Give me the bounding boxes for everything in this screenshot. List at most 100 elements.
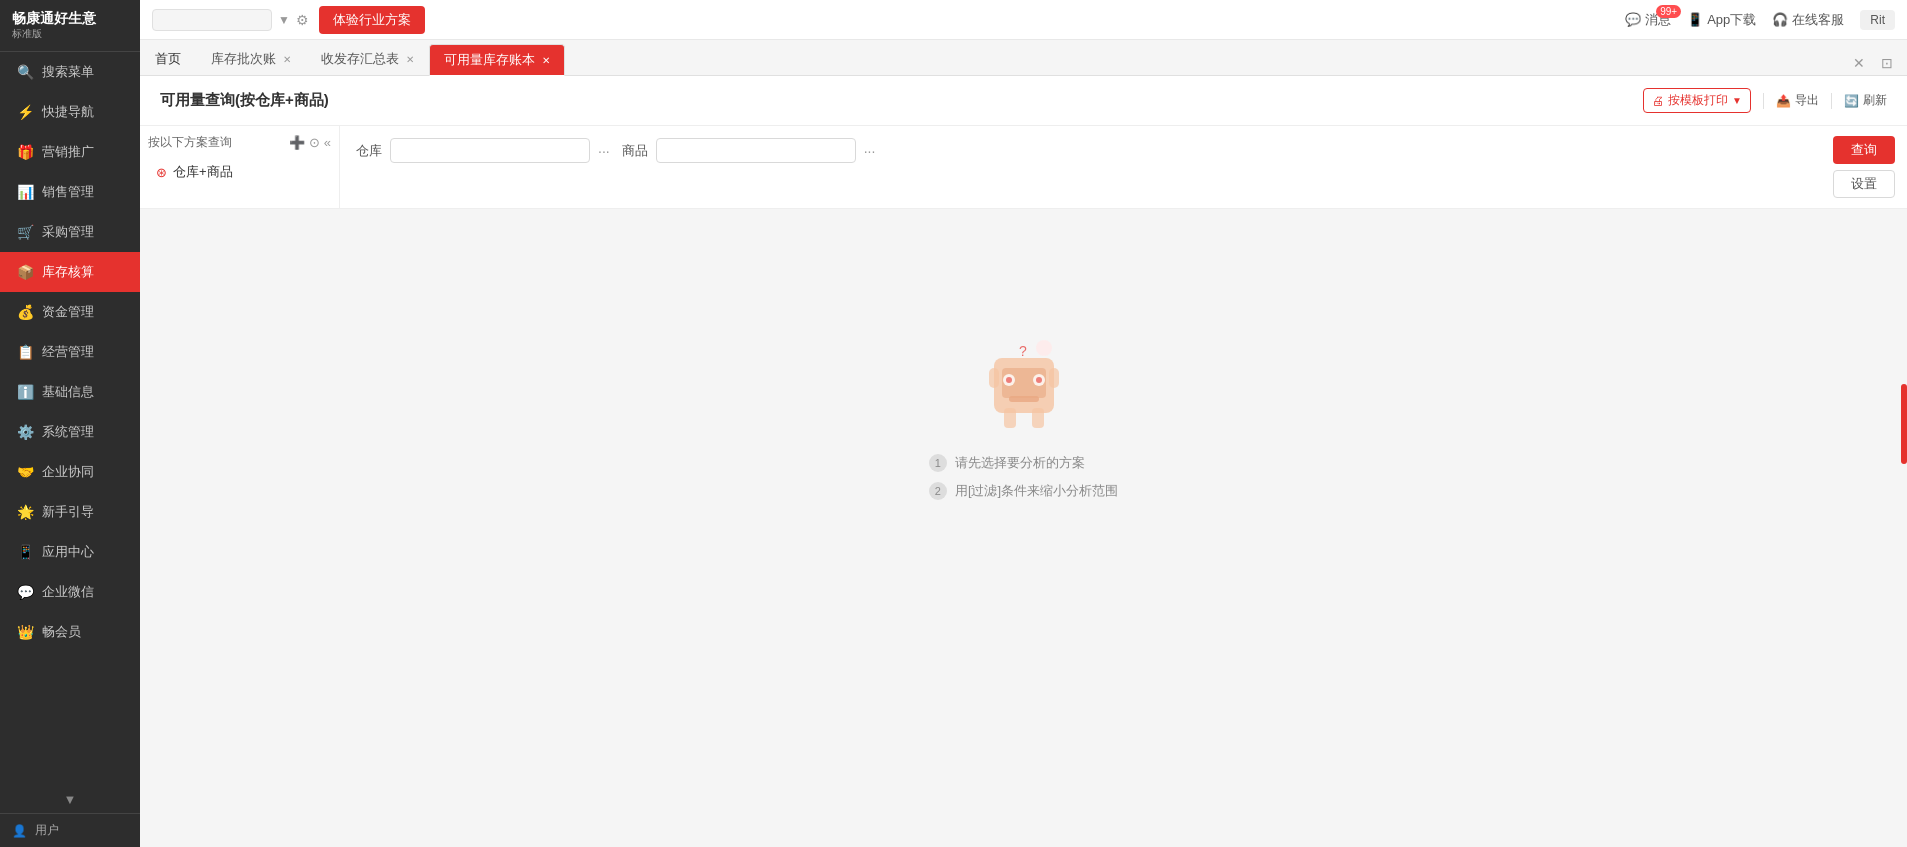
sidebar-item-label: 库存核算: [42, 263, 94, 281]
sidebar-item-member[interactable]: 👑 畅会员: [0, 612, 140, 652]
add-scheme-icon[interactable]: ➕: [289, 135, 305, 150]
enterprise-icon: 🤝: [16, 464, 34, 480]
tab-available-qty-label: 可用量库存账本: [444, 51, 535, 69]
maximize-tab-button[interactable]: ⊡: [1875, 51, 1899, 75]
product-filter-label: 商品: [622, 142, 648, 160]
sidebar-item-system[interactable]: ⚙️ 系统管理: [0, 412, 140, 452]
query-panel: 按以下方案查询 ➕ ⊙ « ⊛ 仓库+商品 仓库: [140, 126, 1907, 209]
tab-available-qty[interactable]: 可用量库存账本 ✕: [429, 44, 565, 76]
sidebar-item-onboarding[interactable]: 🌟 新手引导: [0, 492, 140, 532]
filter-area: 仓库 ··· 商品 ···: [340, 126, 1821, 208]
refresh-button[interactable]: 🔄 刷新: [1844, 92, 1887, 109]
search-input[interactable]: [152, 9, 272, 31]
collapse-scheme-icon[interactable]: «: [324, 135, 331, 150]
sidebar-item-enterprise[interactable]: 🤝 企业协同: [0, 452, 140, 492]
tabs-bar: 首页 库存批次账 ✕ 收发存汇总表 ✕ 可用量库存账本 ✕ ✕ ⊡: [140, 40, 1907, 76]
tab-close-available-qty[interactable]: ✕: [542, 55, 550, 66]
empty-tips: 1 请先选择要分析的方案 2 用[过滤]条件来缩小分析范围: [929, 454, 1118, 500]
warehouse-filter-input[interactable]: [390, 138, 590, 163]
right-scroll-indicator: [1901, 384, 1907, 464]
filter-actions: 查询 设置: [1821, 126, 1907, 208]
tab-home[interactable]: 首页: [140, 43, 196, 75]
sidebar-item-app-center[interactable]: 📱 应用中心: [0, 532, 140, 572]
query-schemes-panel: 按以下方案查询 ➕ ⊙ « ⊛ 仓库+商品: [140, 126, 340, 208]
tab-close-batch-ledger[interactable]: ✕: [283, 54, 291, 65]
sidebar-scroll-down[interactable]: ▼: [0, 786, 140, 813]
chevron-down-icon[interactable]: ▼: [1732, 95, 1742, 106]
scheme-warehouse-icon: ⊛: [156, 165, 167, 180]
sidebar-item-operations[interactable]: 📋 经营管理: [0, 332, 140, 372]
product-filter-more-icon[interactable]: ···: [864, 143, 876, 159]
sidebar-item-marketing[interactable]: 🎁 营销推广: [0, 132, 140, 172]
sidebar-item-finance[interactable]: 💰 资金管理: [0, 292, 140, 332]
svg-text:?: ?: [1019, 343, 1027, 359]
operations-icon: 📋: [16, 344, 34, 360]
sidebar-item-quick-nav[interactable]: ⚡ 快捷导航: [0, 92, 140, 132]
sidebar-item-label: 搜索菜单: [42, 63, 94, 81]
app-download-label: App下载: [1707, 11, 1756, 29]
user-profile-button[interactable]: Rit: [1860, 10, 1895, 30]
tabs-actions: ✕ ⊡: [1847, 51, 1907, 75]
service-icon: 🎧: [1772, 12, 1788, 27]
svg-point-5: [1036, 377, 1042, 383]
search-icon: 🔍: [16, 64, 34, 80]
sidebar-item-label: 经营管理: [42, 343, 94, 361]
quick-nav-icon: ⚡: [16, 104, 34, 120]
sales-icon: 📊: [16, 184, 34, 200]
settings-button[interactable]: 设置: [1833, 170, 1895, 198]
query-button[interactable]: 查询: [1833, 136, 1895, 164]
tip-num-2: 2: [929, 482, 947, 500]
warehouse-filter-more-icon[interactable]: ···: [598, 143, 610, 159]
sidebar-item-purchase[interactable]: 🛒 采购管理: [0, 212, 140, 252]
empty-tip-2: 2 用[过滤]条件来缩小分析范围: [929, 482, 1118, 500]
sidebar-item-label: 企业协同: [42, 463, 94, 481]
filter-product-group: 商品 ···: [622, 138, 876, 163]
sidebar-item-label: 采购管理: [42, 223, 94, 241]
message-badge: 99+: [1656, 5, 1681, 18]
scheme-item-warehouse-product[interactable]: ⊛ 仓库+商品: [148, 157, 331, 187]
onboarding-icon: 🌟: [16, 504, 34, 520]
empty-illustration: ?: [964, 318, 1084, 438]
sidebar-header: 畅康通好生意 标准版: [0, 0, 140, 52]
message-icon: 💬: [1625, 12, 1641, 27]
app-download-icon: 📱: [1687, 12, 1703, 27]
user-name: 用户: [35, 822, 59, 839]
sidebar-item-label: 营销推广: [42, 143, 94, 161]
username-label: Rit: [1870, 13, 1885, 27]
tab-close-receipt-summary[interactable]: ✕: [406, 54, 414, 65]
system-icon: ⚙️: [16, 424, 34, 440]
sidebar-item-label: 企业微信: [42, 583, 94, 601]
member-icon: 👑: [16, 624, 34, 640]
close-tab-button[interactable]: ✕: [1847, 51, 1871, 75]
gear-icon[interactable]: ⚙: [296, 12, 309, 28]
sidebar-item-search[interactable]: 🔍 搜索菜单: [0, 52, 140, 92]
svg-rect-9: [1004, 408, 1016, 428]
filter-warehouse-group: 仓库 ···: [356, 138, 610, 163]
sidebar-item-label: 新手引导: [42, 503, 94, 521]
query-schemes-title: 按以下方案查询: [148, 134, 232, 151]
sidebar-item-wechat[interactable]: 💬 企业微信: [0, 572, 140, 612]
topbar: ▼ ⚙ 体验行业方案 💬 消息 99+ 📱 App下载 🎧 在线客服: [140, 0, 1907, 40]
sidebar-item-inventory[interactable]: 📦 库存核算: [0, 252, 140, 292]
tab-batch-ledger[interactable]: 库存批次账 ✕: [196, 43, 306, 75]
online-service-button[interactable]: 🎧 在线客服: [1772, 11, 1844, 29]
divider: [1763, 93, 1764, 109]
svg-rect-10: [1032, 408, 1044, 428]
tab-receipt-summary[interactable]: 收发存汇总表 ✕: [306, 43, 429, 75]
message-button[interactable]: 💬 消息 99+: [1625, 11, 1671, 29]
svg-point-4: [1006, 377, 1012, 383]
sidebar-item-sales[interactable]: 📊 销售管理: [0, 172, 140, 212]
chevron-down-icon[interactable]: ▼: [278, 13, 290, 27]
empty-tip-2-text: 用[过滤]条件来缩小分析范围: [955, 482, 1118, 500]
trial-industry-button[interactable]: 体验行业方案: [319, 6, 425, 34]
product-filter-input[interactable]: [656, 138, 856, 163]
print-template-button[interactable]: 🖨 按模板打印 ▼: [1643, 88, 1751, 113]
settings-scheme-icon[interactable]: ⊙: [309, 135, 320, 150]
topbar-right: 💬 消息 99+ 📱 App下载 🎧 在线客服 Rit: [1625, 10, 1895, 30]
sidebar-item-label: 销售管理: [42, 183, 94, 201]
app-name: 畅康通好生意: [12, 10, 128, 27]
sidebar-item-basic-info[interactable]: ℹ️ 基础信息: [0, 372, 140, 412]
app-download-button[interactable]: 📱 App下载: [1687, 11, 1756, 29]
sidebar-footer[interactable]: 👤 用户: [0, 813, 140, 847]
export-button[interactable]: 📤 导出: [1776, 92, 1819, 109]
